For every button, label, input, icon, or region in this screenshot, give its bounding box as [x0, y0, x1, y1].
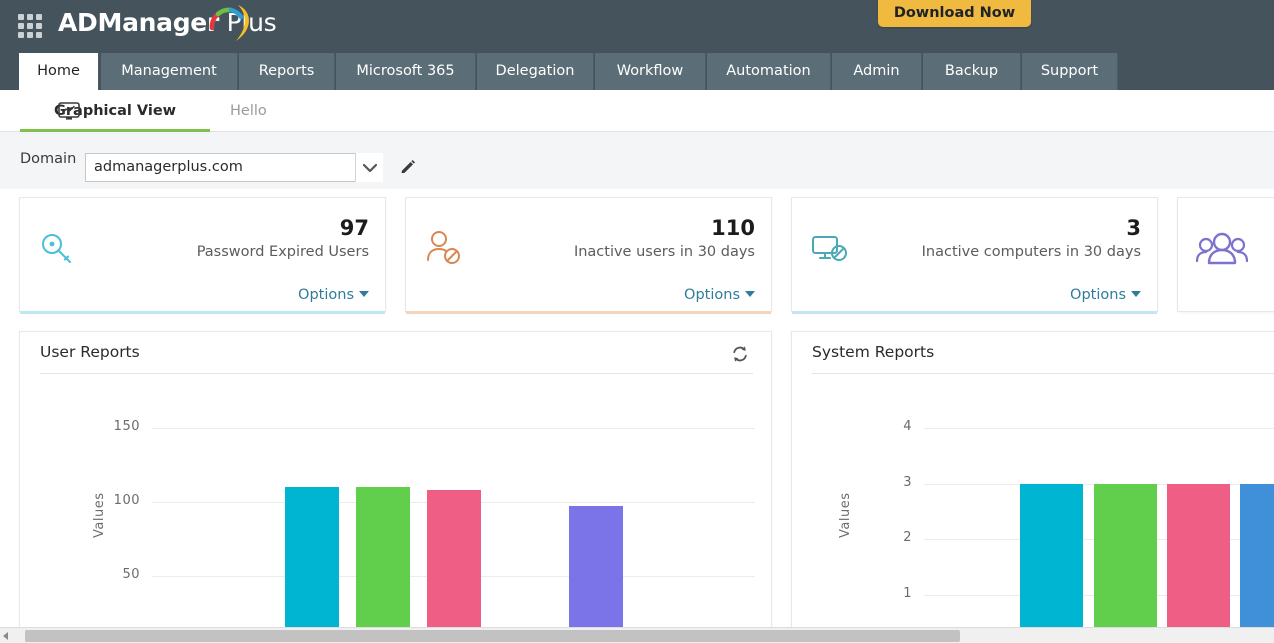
chevron-down-icon[interactable] — [355, 153, 383, 182]
refresh-icon[interactable] — [731, 345, 749, 363]
panel-divider — [812, 373, 1274, 374]
card-caption: Inactive users in 30 days — [573, 244, 755, 260]
card-caption: Password Expired Users — [196, 244, 369, 260]
card-accent-bar — [792, 311, 1157, 314]
y-axis-tick-label: 100 — [113, 493, 140, 508]
card-caption: Inactive computers in 30 days — [921, 244, 1141, 260]
brand-bold: ADManager — [58, 8, 219, 37]
y-axis-tick-label: 3 — [903, 475, 912, 490]
scrollbar-thumb[interactable] — [25, 630, 960, 642]
chart-monitor-icon — [58, 102, 80, 120]
nav-tab-backup[interactable]: Backup — [923, 53, 1021, 90]
app-root: ADManager Plus Download Now Home Manageme… — [0, 0, 1274, 643]
chart-bar[interactable] — [356, 487, 410, 630]
computer-blocked-icon — [812, 236, 847, 261]
sub-nav-bar: Graphical View Hello — [0, 90, 1274, 132]
y-axis-tick-label: 150 — [113, 419, 140, 434]
y-axis-tick-label: 4 — [903, 419, 912, 434]
nav-tab-microsoft-365[interactable]: Microsoft 365 — [336, 53, 476, 90]
chart-system-reports: 01234Values — [792, 378, 1274, 630]
download-now-button[interactable]: Download Now — [878, 0, 1031, 27]
chart-bar[interactable] — [1094, 484, 1157, 630]
chart-gridline — [152, 428, 755, 429]
tab-graphical-view[interactable]: Graphical View — [20, 90, 210, 132]
card-value: 110 — [711, 216, 755, 240]
chart-bar[interactable] — [569, 506, 623, 630]
stat-card-password-expired-users[interactable]: 97 Password Expired Users Options — [19, 197, 386, 314]
main-nav-tabs: Home Management Reports Microsoft 365 Delega… — [0, 53, 1274, 90]
scroll-left-arrow-icon[interactable] — [3, 632, 8, 640]
chevron-down-icon — [1131, 291, 1141, 297]
top-header-bar: ADManager Plus Download Now — [0, 0, 1274, 53]
chevron-down-icon — [359, 291, 369, 297]
horizontal-scrollbar[interactable] — [0, 627, 1274, 643]
chart-user-reports: 050100150Values — [20, 378, 771, 630]
nav-tab-automation[interactable]: Automation — [707, 53, 831, 90]
y-axis-title: Values — [92, 492, 107, 538]
panel-title: User Reports — [40, 343, 140, 361]
card-options-label: Options — [298, 287, 354, 303]
panel-divider — [40, 373, 753, 374]
panel-title: System Reports — [812, 343, 935, 361]
chart-bar[interactable] — [285, 487, 339, 630]
pencil-icon[interactable] — [399, 159, 417, 177]
chart-gridline — [924, 428, 1274, 429]
chevron-down-icon — [745, 291, 755, 297]
card-options-label: Options — [1070, 287, 1126, 303]
nav-tab-admin[interactable]: Admin — [832, 53, 922, 90]
user-blocked-icon — [427, 231, 460, 264]
chart-bar[interactable] — [1167, 484, 1230, 630]
domain-label: Domain — [20, 151, 77, 167]
y-axis-title: Values — [838, 492, 853, 538]
card-options-button[interactable]: Options — [684, 287, 755, 303]
chart-bar[interactable] — [427, 490, 481, 630]
card-value: 97 — [339, 216, 369, 240]
stat-card-inactive-computers[interactable]: 3 Inactive computers in 30 days Options — [791, 197, 1158, 314]
card-options-label: Options — [684, 287, 740, 303]
card-options-button[interactable]: Options — [298, 287, 369, 303]
chart-bar[interactable] — [1020, 484, 1083, 630]
panel-user-reports: User Reports 050100150Values — [19, 331, 772, 631]
card-accent-bar — [406, 311, 771, 314]
domain-select[interactable]: admanagerplus.com — [85, 153, 383, 182]
card-accent-bar — [20, 311, 385, 314]
panel-system-reports: System Reports 01234Values — [791, 331, 1274, 631]
y-axis-tick-label: 50 — [122, 567, 140, 582]
nav-tab-workflow[interactable]: Workflow — [595, 53, 706, 90]
card-value: 3 — [1126, 216, 1141, 240]
y-axis-tick-label: 1 — [903, 586, 912, 601]
tab-hello[interactable]: Hello — [230, 90, 267, 132]
grid-apps-icon[interactable] — [16, 12, 44, 40]
stat-card-user-group[interactable] — [1177, 197, 1274, 312]
nav-tab-management[interactable]: Management — [101, 53, 238, 90]
nav-tab-reports[interactable]: Reports — [239, 53, 335, 90]
nav-tab-delegation[interactable]: Delegation — [477, 53, 594, 90]
user-group-icon — [1196, 232, 1248, 265]
chart-bar[interactable] — [1240, 484, 1274, 630]
key-icon — [42, 234, 71, 263]
manageengine-swoosh-icon — [209, 5, 249, 41]
nav-tab-support[interactable]: Support — [1022, 53, 1118, 90]
card-options-button[interactable]: Options — [1070, 287, 1141, 303]
stat-card-inactive-users[interactable]: 110 Inactive users in 30 days Options — [405, 197, 772, 314]
nav-tab-home[interactable]: Home — [19, 53, 99, 90]
